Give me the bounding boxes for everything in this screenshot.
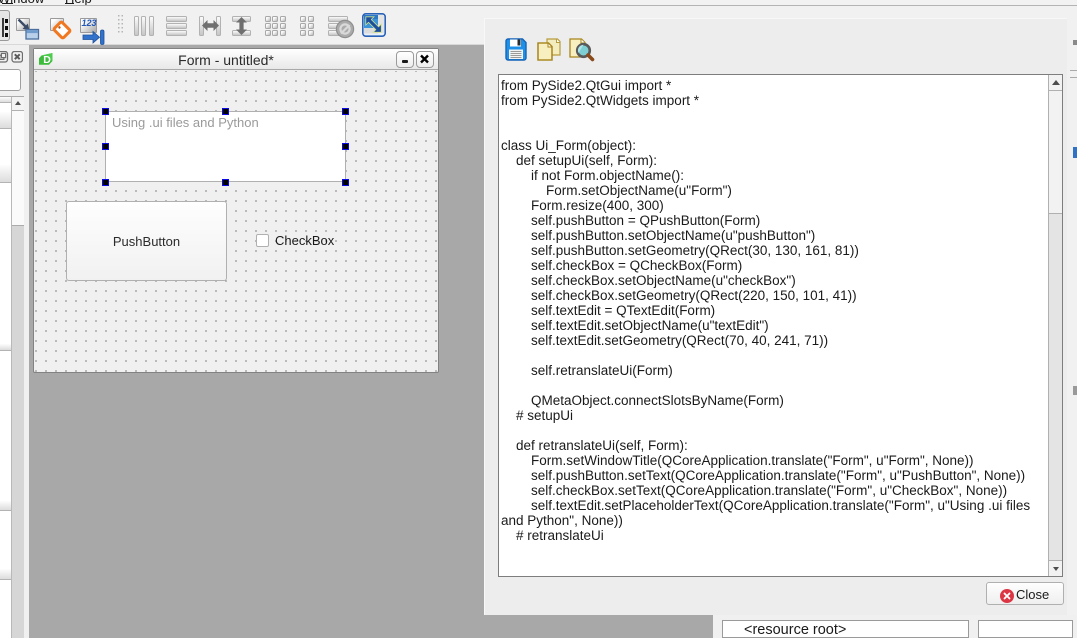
svg-text:D: D [43,54,51,66]
